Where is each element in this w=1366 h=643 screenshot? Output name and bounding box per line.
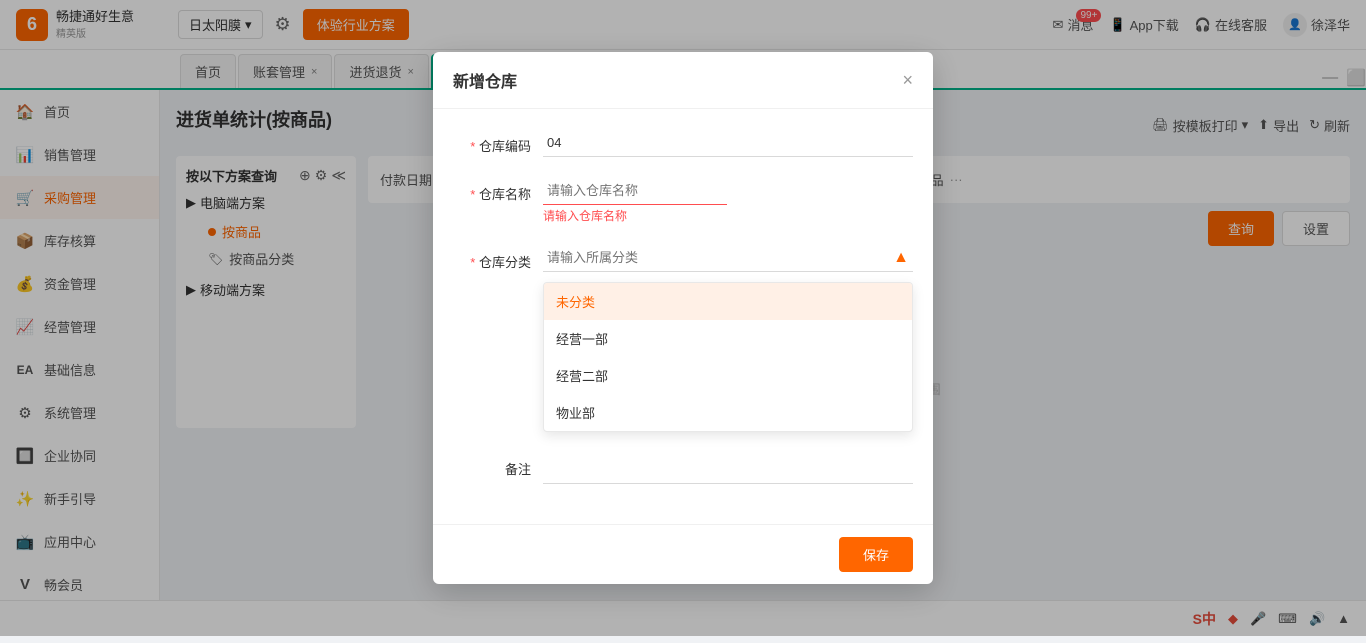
classification-dropdown: 未分类 经营一部 经营二部 物业部 xyxy=(543,282,913,432)
code-input[interactable] xyxy=(543,129,913,157)
classification-row: * 仓库分类 ▲ 未分类 经营一部 经营二部 物业部 xyxy=(453,244,913,272)
dropdown-item-dept2[interactable]: 经营二部 xyxy=(544,357,912,394)
dialog-header: 新增仓库 × xyxy=(433,52,933,109)
class-toggle-icon[interactable]: ▲ xyxy=(893,249,909,267)
note-textarea[interactable] xyxy=(543,452,913,484)
note-label: 备注 xyxy=(453,452,543,478)
code-label: * 仓库编码 xyxy=(453,129,543,155)
dialog-body: * 仓库编码 * 仓库名称 请输入仓库名称 xyxy=(433,109,933,524)
name-row: * 仓库名称 请输入仓库名称 xyxy=(453,177,913,224)
dialog-title: 新增仓库 xyxy=(453,68,517,92)
name-input[interactable] xyxy=(543,177,727,205)
save-button[interactable]: 保存 xyxy=(839,537,913,572)
class-label: * 仓库分类 xyxy=(453,245,543,271)
dropdown-item-dept3[interactable]: 物业部 xyxy=(544,394,912,431)
dialog-close-icon[interactable]: × xyxy=(902,71,913,89)
dialog-overlay: 新增仓库 × * 仓库编码 * 仓库名称 xyxy=(0,0,1366,636)
class-input-wrap: ▲ 未分类 经营一部 经营二部 物业部 xyxy=(543,244,913,272)
dropdown-item-uncategorized[interactable]: 未分类 xyxy=(544,283,912,320)
name-label: * 仓库名称 xyxy=(453,177,543,203)
name-error-msg: 请输入仓库名称 xyxy=(453,207,627,224)
code-row: * 仓库编码 xyxy=(453,129,913,157)
dropdown-item-dept1[interactable]: 经营一部 xyxy=(544,320,912,357)
dialog-footer: 保存 xyxy=(433,524,933,584)
class-input[interactable] xyxy=(543,244,913,272)
new-warehouse-dialog: 新增仓库 × * 仓库编码 * 仓库名称 xyxy=(433,52,933,584)
